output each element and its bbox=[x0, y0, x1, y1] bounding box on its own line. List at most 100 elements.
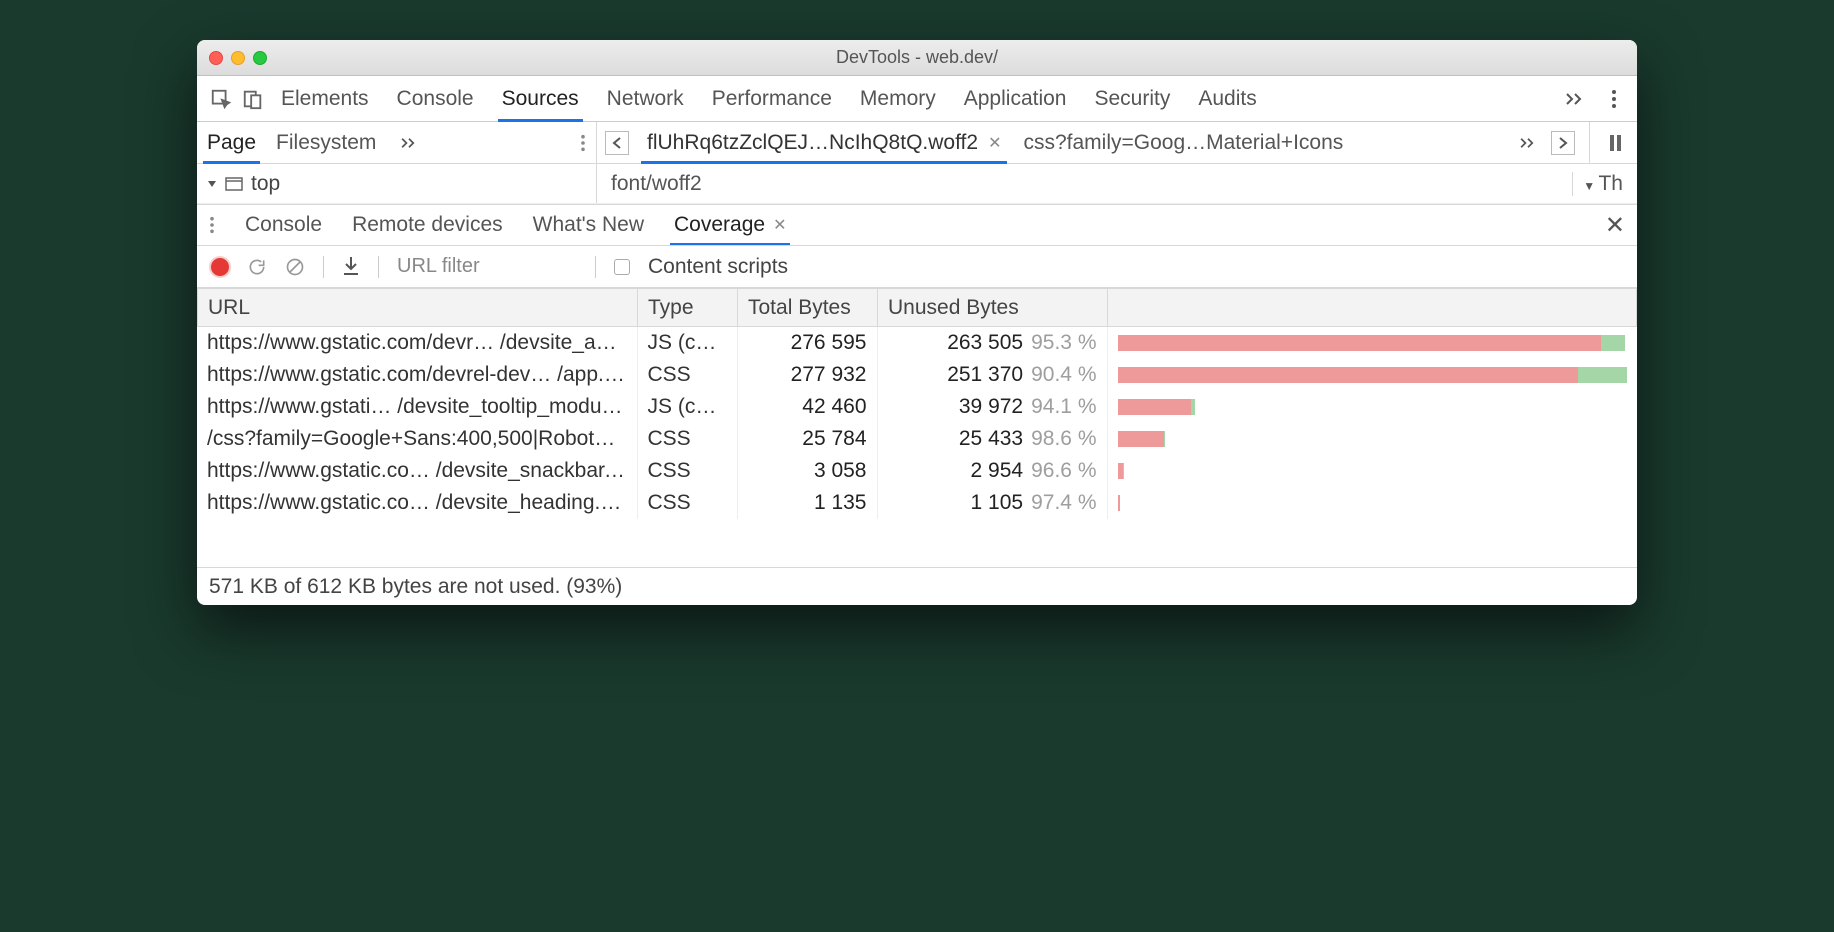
cell-usage-bar bbox=[1107, 423, 1637, 455]
cell-usage-bar bbox=[1107, 391, 1637, 423]
editor-overflow-icon[interactable] bbox=[1519, 137, 1537, 149]
drawer-tabstrip: Console Remote devices What's New Covera… bbox=[197, 204, 1637, 246]
frame-icon bbox=[225, 177, 243, 191]
threads-panel-toggle[interactable]: ▼ Th bbox=[1572, 172, 1623, 196]
cell-url: https://www.gstatic.co… /devsite_heading… bbox=[197, 487, 637, 519]
close-drawer-tab-icon[interactable]: ✕ bbox=[773, 215, 786, 235]
cell-type: JS (coa… bbox=[637, 391, 737, 423]
cell-url: /css?family=Google+Sans:400,500|Roboto:4… bbox=[197, 423, 637, 455]
main-tab-audits[interactable]: Audits bbox=[1198, 76, 1256, 121]
cell-total: 277 932 bbox=[737, 359, 877, 391]
col-type-header[interactable]: Type bbox=[638, 289, 738, 327]
cell-type: CSS bbox=[637, 359, 737, 391]
pause-script-icon[interactable] bbox=[1589, 122, 1629, 163]
clear-icon[interactable] bbox=[285, 257, 305, 277]
coverage-status-bar: 571 KB of 612 KB bytes are not used. (93… bbox=[197, 567, 1637, 605]
cell-usage-bar bbox=[1107, 327, 1637, 359]
navigator-tab-filesystem[interactable]: Filesystem bbox=[276, 122, 376, 163]
cell-type: CSS bbox=[637, 455, 737, 487]
settings-kebab-icon[interactable] bbox=[1601, 89, 1627, 109]
expand-triangle-icon[interactable] bbox=[207, 179, 217, 189]
main-tab-application[interactable]: Application bbox=[964, 76, 1067, 121]
cell-unused: 39 97294.1 % bbox=[877, 391, 1107, 423]
cell-usage-bar bbox=[1107, 487, 1637, 519]
file-tab-woff2[interactable]: flUhRq6tzZclQEJ…NcIhQ8tQ.woff2 ✕ bbox=[643, 122, 1005, 163]
content-scripts-checkbox[interactable] bbox=[614, 259, 630, 275]
navigator-overflow-icon[interactable] bbox=[400, 137, 418, 149]
main-tab-performance[interactable]: Performance bbox=[712, 76, 832, 121]
coverage-table: URL Type Total Bytes Unused Bytes https:… bbox=[197, 288, 1637, 567]
cell-type: JS (coa… bbox=[637, 327, 737, 359]
cell-unused: 25 43398.6 % bbox=[877, 423, 1107, 455]
col-unused-header[interactable]: Unused Bytes bbox=[878, 289, 1108, 327]
reload-icon[interactable] bbox=[247, 257, 267, 277]
record-button[interactable] bbox=[211, 258, 229, 276]
titlebar: DevTools - web.dev/ bbox=[197, 40, 1637, 76]
devtools-window: DevTools - web.dev/ Elements Console Sourc… bbox=[197, 40, 1637, 605]
main-tab-network[interactable]: Network bbox=[607, 76, 684, 121]
cell-total: 3 058 bbox=[737, 455, 877, 487]
editor-content: font/woff2 ▼ Th bbox=[597, 164, 1637, 203]
drawer-tab-remote-devices[interactable]: Remote devices bbox=[352, 205, 503, 245]
cell-unused: 251 37090.4 % bbox=[877, 359, 1107, 391]
cell-url: https://www.gstatic.com/devrel-dev… /app… bbox=[197, 359, 637, 391]
file-tab-label: css?family=Goog…Material+Icons bbox=[1023, 131, 1343, 155]
col-viz-header bbox=[1108, 289, 1637, 327]
next-file-icon[interactable] bbox=[1551, 131, 1575, 155]
main-tab-sources[interactable]: Sources bbox=[502, 76, 579, 121]
close-tab-icon[interactable]: ✕ bbox=[988, 133, 1001, 153]
cell-unused: 263 50595.3 % bbox=[877, 327, 1107, 359]
col-url-header[interactable]: URL bbox=[198, 289, 638, 327]
coverage-row[interactable]: https://www.gstatic.co… /devsite_heading… bbox=[197, 487, 1637, 519]
coverage-row[interactable]: https://www.gstatic.com/devr… /devsite_a… bbox=[197, 327, 1637, 359]
export-icon[interactable] bbox=[342, 257, 360, 277]
navigator-kebab-icon[interactable] bbox=[580, 134, 586, 152]
coverage-row[interactable]: /css?family=Google+Sans:400,500|Roboto:4… bbox=[197, 423, 1637, 455]
cell-type: CSS bbox=[637, 487, 737, 519]
sources-subrow: Page Filesystem flUhRq6tzZclQEJ…NcIhQ8tQ… bbox=[197, 122, 1637, 164]
cell-usage-bar bbox=[1107, 359, 1637, 391]
content-scripts-label: Content scripts bbox=[648, 255, 788, 279]
cell-url: https://www.gstatic.co… /devsite_snackba… bbox=[197, 455, 637, 487]
cell-total: 25 784 bbox=[737, 423, 877, 455]
url-filter-input[interactable]: URL filter bbox=[397, 255, 577, 278]
drawer-tab-whats-new[interactable]: What's New bbox=[533, 205, 644, 245]
tree-root-label: top bbox=[251, 172, 280, 196]
main-tabstrip: Elements Console Sources Network Performance… bbox=[197, 76, 1637, 122]
sources-content-row: top font/woff2 ▼ Th bbox=[197, 164, 1637, 204]
navigator-tab-page[interactable]: Page bbox=[207, 122, 256, 163]
navigator-panel-tabs: Page Filesystem bbox=[197, 122, 597, 163]
close-drawer-icon[interactable]: ✕ bbox=[1605, 211, 1625, 240]
coverage-toolbar: URL filter Content scripts bbox=[197, 246, 1637, 288]
device-toolbar-icon[interactable] bbox=[239, 85, 267, 113]
cell-total: 276 595 bbox=[737, 327, 877, 359]
cell-url: https://www.gstati… /devsite_tooltip_mod… bbox=[197, 391, 637, 423]
drawer-kebab-icon[interactable] bbox=[209, 216, 215, 234]
cell-unused: 2 95496.6 % bbox=[877, 455, 1107, 487]
file-tab-label: flUhRq6tzZclQEJ…NcIhQ8tQ.woff2 bbox=[647, 131, 978, 155]
editor-tabstrip: flUhRq6tzZclQEJ…NcIhQ8tQ.woff2 ✕ css?fam… bbox=[597, 122, 1637, 163]
coverage-row[interactable]: https://www.gstatic.com/devrel-dev… /app… bbox=[197, 359, 1637, 391]
coverage-row[interactable]: https://www.gstatic.co… /devsite_snackba… bbox=[197, 455, 1637, 487]
coverage-row[interactable]: https://www.gstati… /devsite_tooltip_mod… bbox=[197, 391, 1637, 423]
file-tab-css[interactable]: css?family=Goog…Material+Icons bbox=[1019, 122, 1347, 163]
cell-type: CSS bbox=[637, 423, 737, 455]
main-tab-memory[interactable]: Memory bbox=[860, 76, 936, 121]
main-tab-security[interactable]: Security bbox=[1094, 76, 1170, 121]
cell-total: 42 460 bbox=[737, 391, 877, 423]
main-tab-elements[interactable]: Elements bbox=[281, 76, 369, 121]
cell-unused: 1 10597.4 % bbox=[877, 487, 1107, 519]
inspect-element-icon[interactable] bbox=[207, 85, 235, 113]
window-title: DevTools - web.dev/ bbox=[197, 47, 1637, 68]
overflow-tabs-icon[interactable] bbox=[1553, 92, 1597, 106]
drawer-tab-coverage[interactable]: Coverage ✕ bbox=[674, 205, 786, 245]
col-total-header[interactable]: Total Bytes bbox=[738, 289, 878, 327]
navigator-tree[interactable]: top bbox=[197, 164, 597, 203]
drawer-tab-console[interactable]: Console bbox=[245, 205, 322, 245]
cell-url: https://www.gstatic.com/devr… /devsite_a… bbox=[197, 327, 637, 359]
cell-total: 1 135 bbox=[737, 487, 877, 519]
cell-usage-bar bbox=[1107, 455, 1637, 487]
main-tab-console[interactable]: Console bbox=[397, 76, 474, 121]
file-mime-label: font/woff2 bbox=[611, 172, 702, 196]
prev-file-icon[interactable] bbox=[605, 131, 629, 155]
